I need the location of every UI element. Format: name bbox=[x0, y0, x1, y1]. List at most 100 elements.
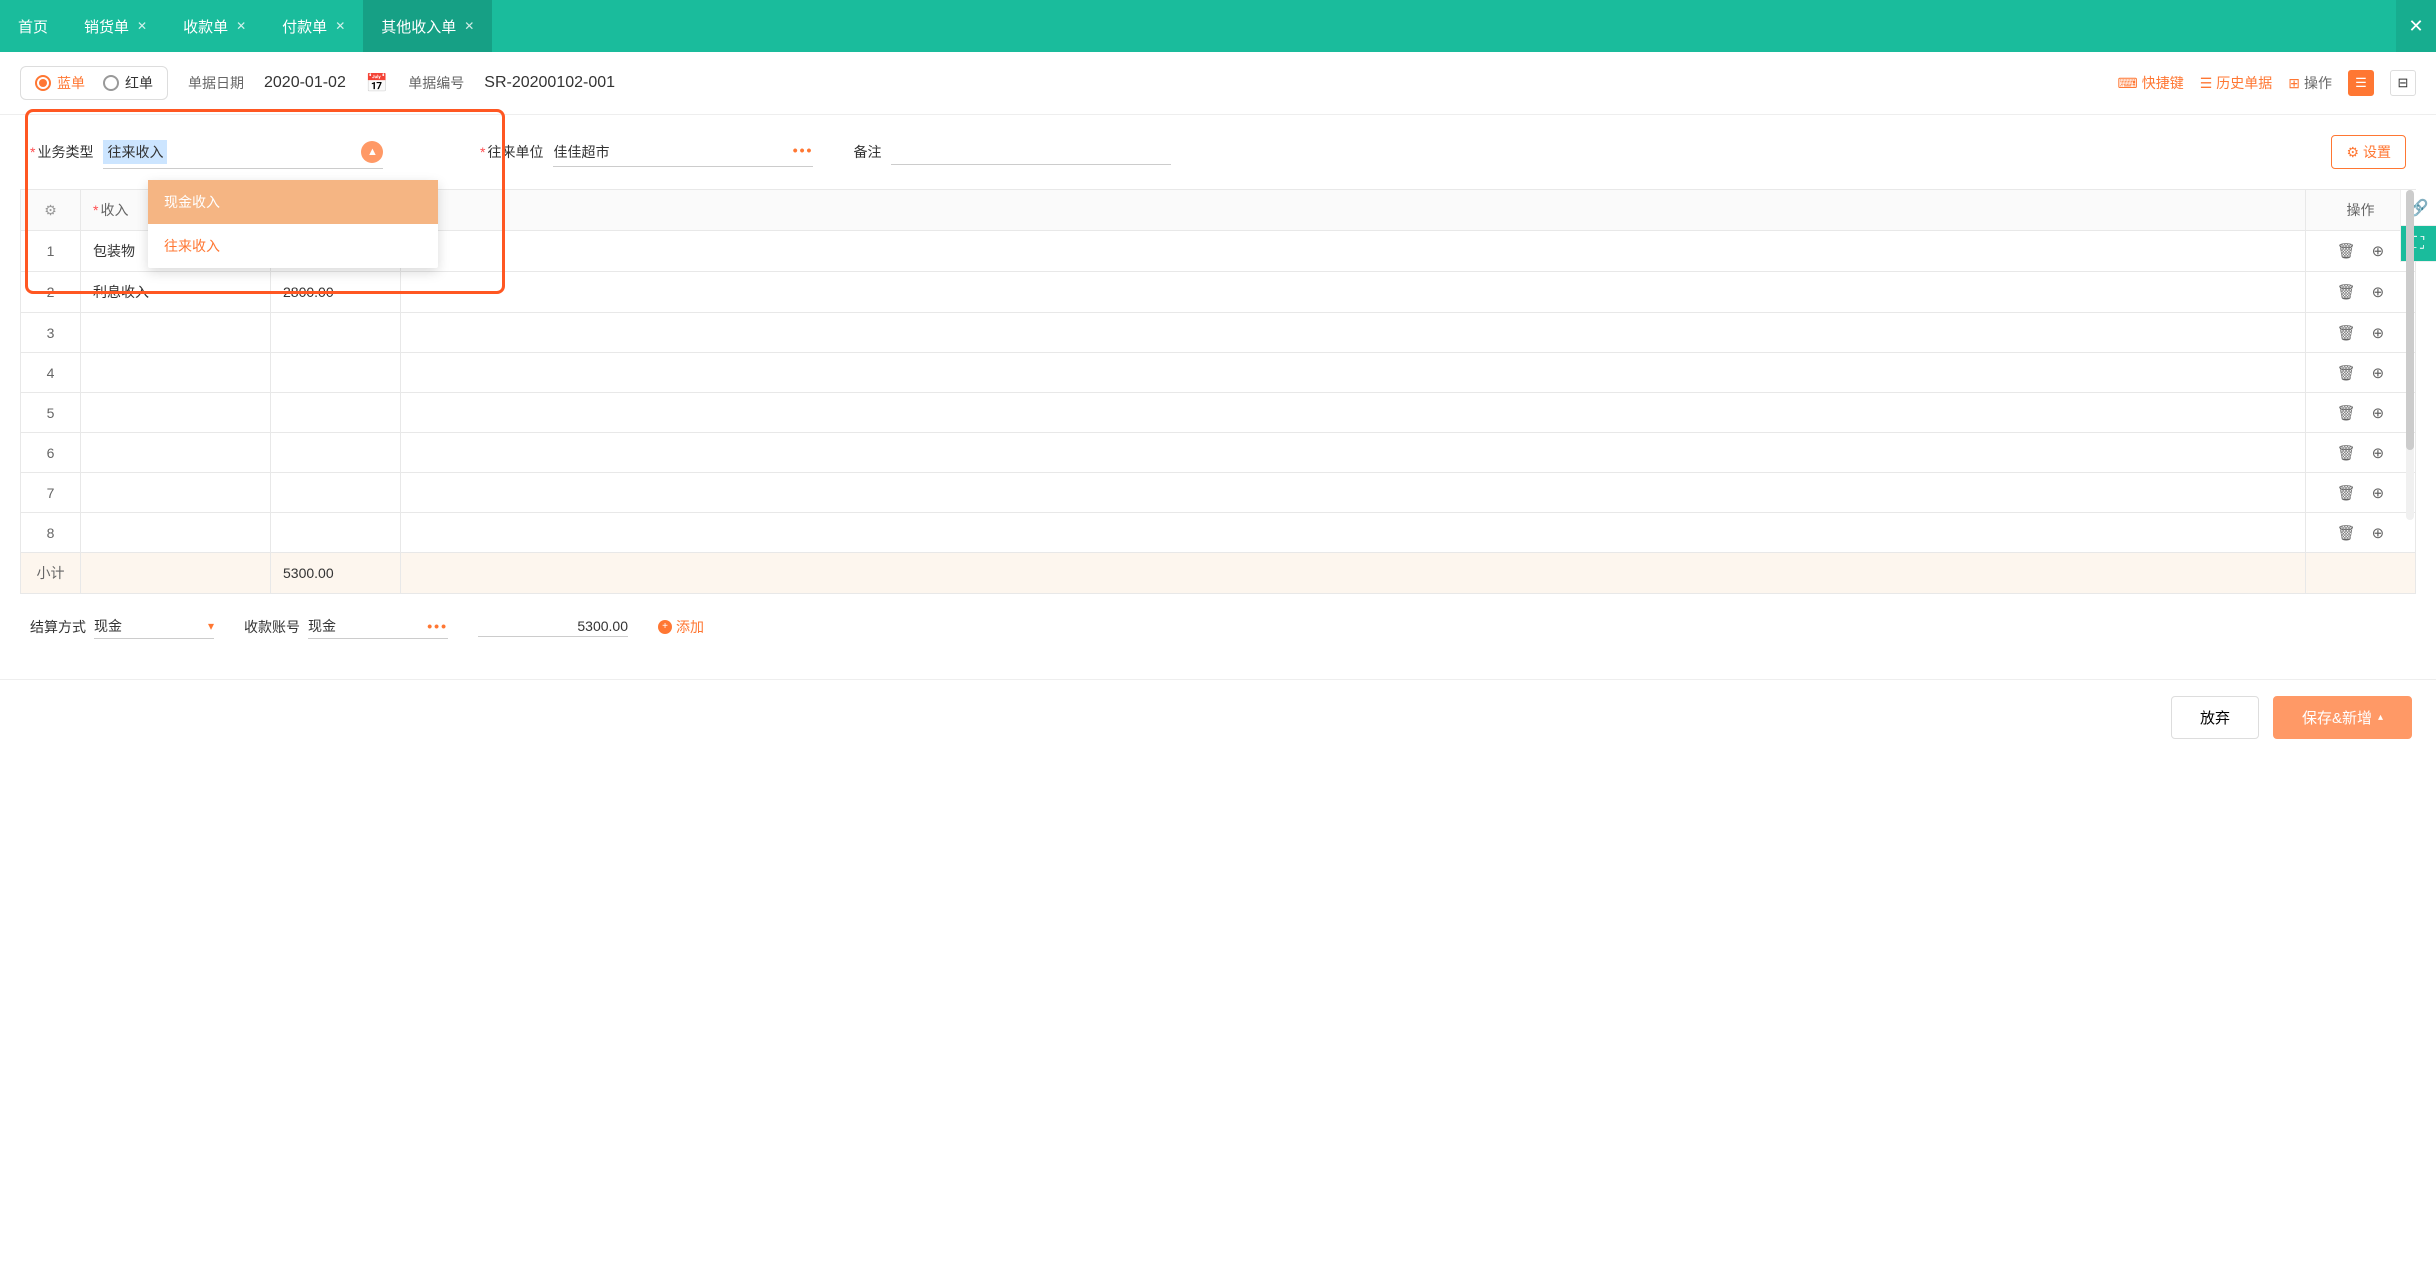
scrollbar-thumb[interactable] bbox=[2406, 190, 2414, 450]
tab-home[interactable]: 首页 bbox=[0, 0, 66, 52]
radio-red[interactable]: 红单 bbox=[103, 73, 153, 93]
add-payment-button[interactable]: + 添加 bbox=[658, 617, 704, 637]
row-remark[interactable] bbox=[401, 272, 2306, 313]
row-remark[interactable] bbox=[401, 353, 2306, 393]
delete-icon[interactable]: 🗑 bbox=[2337, 485, 2356, 502]
keyboard-icon: ⌨ bbox=[2117, 75, 2137, 92]
row-income[interactable] bbox=[81, 353, 271, 393]
settings-button[interactable]: ⚙设置 bbox=[2331, 135, 2406, 169]
scrollbar[interactable] bbox=[2406, 190, 2414, 520]
row-remark[interactable] bbox=[401, 433, 2306, 473]
row-amount[interactable] bbox=[271, 393, 401, 433]
biz-type-label: 业务类型 bbox=[37, 144, 93, 160]
save-button[interactable]: 保存&新增▴ bbox=[2273, 696, 2412, 739]
close-icon[interactable]: ✕ bbox=[335, 19, 345, 33]
row-amount[interactable] bbox=[271, 313, 401, 353]
row-income[interactable]: 利息收入 bbox=[81, 272, 271, 313]
operate-link[interactable]: ⊞操作 bbox=[2288, 73, 2332, 93]
tab-payment[interactable]: 付款单✕ bbox=[264, 0, 363, 52]
date-value[interactable]: 2020-01-02 bbox=[264, 74, 346, 92]
table-row[interactable]: 5 🗑 ⊕ bbox=[21, 393, 2416, 433]
col-ops: 操作 bbox=[2306, 190, 2416, 231]
delete-icon[interactable]: 🗑 bbox=[2337, 365, 2356, 382]
settlement-select[interactable]: 现金 ▾ bbox=[94, 614, 214, 639]
row-income[interactable] bbox=[81, 313, 271, 353]
discard-button[interactable]: 放弃 bbox=[2171, 696, 2259, 739]
row-income[interactable] bbox=[81, 513, 271, 553]
more-icon[interactable]: ••• bbox=[793, 142, 814, 162]
delete-icon[interactable]: 🗑 bbox=[2337, 325, 2356, 342]
copy-icon[interactable]: ⊕ bbox=[2372, 325, 2385, 342]
table-row[interactable]: 2 利息收入 2800.00 🗑 ⊕ bbox=[21, 272, 2416, 313]
row-remark[interactable] bbox=[401, 313, 2306, 353]
table-row[interactable]: 8 🗑 ⊕ bbox=[21, 513, 2416, 553]
row-income[interactable] bbox=[81, 473, 271, 513]
row-number: 8 bbox=[21, 513, 81, 553]
history-link[interactable]: ☰历史单据 bbox=[2200, 73, 2273, 93]
copy-icon[interactable]: ⊕ bbox=[2372, 284, 2385, 301]
list-icon: ☰ bbox=[2200, 75, 2213, 92]
sub-header: 蓝单 红单 单据日期 2020-01-02 📅 单据编号 SR-20200102… bbox=[0, 52, 2436, 115]
row-amount[interactable] bbox=[271, 353, 401, 393]
more-icon[interactable]: ••• bbox=[427, 618, 448, 634]
chevron-up-icon[interactable]: ▲ bbox=[361, 141, 383, 163]
table-row[interactable]: 7 🗑 ⊕ bbox=[21, 473, 2416, 513]
form-row: *业务类型 往来收入 ▲ 现金收入 往来收入 *往来单位 佳佳超市 ••• 备注… bbox=[0, 115, 2436, 189]
row-number: 7 bbox=[21, 473, 81, 513]
dropdown-option-partner[interactable]: 往来收入 bbox=[148, 224, 438, 268]
close-icon[interactable]: ✕ bbox=[464, 19, 474, 33]
close-icon[interactable]: ✕ bbox=[137, 19, 147, 33]
close-all-icon[interactable]: ✕ bbox=[2396, 0, 2436, 52]
row-amount[interactable] bbox=[271, 513, 401, 553]
copy-icon[interactable]: ⊕ bbox=[2372, 365, 2385, 382]
plus-icon: + bbox=[658, 620, 672, 634]
copy-icon[interactable]: ⊕ bbox=[2372, 243, 2385, 260]
close-icon[interactable]: ✕ bbox=[236, 19, 246, 33]
delete-icon[interactable]: 🗑 bbox=[2337, 284, 2356, 301]
table-row[interactable]: 6 🗑 ⊕ bbox=[21, 433, 2416, 473]
gear-icon[interactable]: ⚙ bbox=[44, 202, 57, 218]
delete-icon[interactable]: 🗑 bbox=[2337, 405, 2356, 422]
row-number: 5 bbox=[21, 393, 81, 433]
tab-sales[interactable]: 销货单✕ bbox=[66, 0, 165, 52]
tab-other-income[interactable]: 其他收入单✕ bbox=[363, 0, 492, 52]
row-remark[interactable] bbox=[401, 231, 2306, 272]
row-amount[interactable] bbox=[271, 473, 401, 513]
date-label: 单据日期 bbox=[188, 73, 244, 93]
gear-icon: ⚙ bbox=[2346, 144, 2359, 161]
delete-icon[interactable]: 🗑 bbox=[2337, 525, 2356, 542]
settlement-label: 结算方式 bbox=[30, 617, 86, 637]
row-income[interactable] bbox=[81, 393, 271, 433]
copy-icon[interactable]: ⊕ bbox=[2372, 445, 2385, 462]
amount-field: 5300.00 bbox=[478, 616, 628, 637]
shortcut-link[interactable]: ⌨快捷键 bbox=[2117, 73, 2183, 93]
biz-type-input[interactable]: 往来收入 ▲ bbox=[103, 136, 383, 169]
row-remark[interactable] bbox=[401, 393, 2306, 433]
copy-icon[interactable]: ⊕ bbox=[2372, 525, 2385, 542]
row-remark[interactable] bbox=[401, 473, 2306, 513]
tab-receipt[interactable]: 收款单✕ bbox=[165, 0, 264, 52]
partner-label: 往来单位 bbox=[487, 144, 543, 160]
row-income[interactable] bbox=[81, 433, 271, 473]
delete-icon[interactable]: 🗑 bbox=[2337, 243, 2356, 260]
calendar-icon[interactable]: 📅 bbox=[366, 73, 388, 94]
view-detail-icon[interactable]: ⊟ bbox=[2390, 70, 2416, 96]
partner-input[interactable]: 佳佳超市 ••• bbox=[553, 138, 813, 167]
payment-section: 结算方式 现金 ▾ 收款账号 现金 ••• 5300.00 + 添加 bbox=[0, 594, 2436, 679]
row-amount[interactable] bbox=[271, 433, 401, 473]
radio-blue[interactable]: 蓝单 bbox=[35, 73, 85, 93]
dropdown-option-cash[interactable]: 现金收入 bbox=[148, 180, 438, 224]
amount-input[interactable]: 5300.00 bbox=[478, 616, 628, 637]
account-select[interactable]: 现金 ••• bbox=[308, 614, 448, 639]
copy-icon[interactable]: ⊕ bbox=[2372, 405, 2385, 422]
delete-icon[interactable]: 🗑 bbox=[2337, 445, 2356, 462]
row-amount[interactable]: 2800.00 bbox=[271, 272, 401, 313]
chevron-up-icon: ▴ bbox=[2378, 712, 2383, 723]
grid-icon: ⊞ bbox=[2288, 75, 2300, 92]
remark-input[interactable] bbox=[891, 140, 1171, 165]
row-remark[interactable] bbox=[401, 513, 2306, 553]
view-list-icon[interactable]: ☰ bbox=[2348, 70, 2374, 96]
copy-icon[interactable]: ⊕ bbox=[2372, 485, 2385, 502]
table-row[interactable]: 4 🗑 ⊕ bbox=[21, 353, 2416, 393]
table-row[interactable]: 3 🗑 ⊕ bbox=[21, 313, 2416, 353]
